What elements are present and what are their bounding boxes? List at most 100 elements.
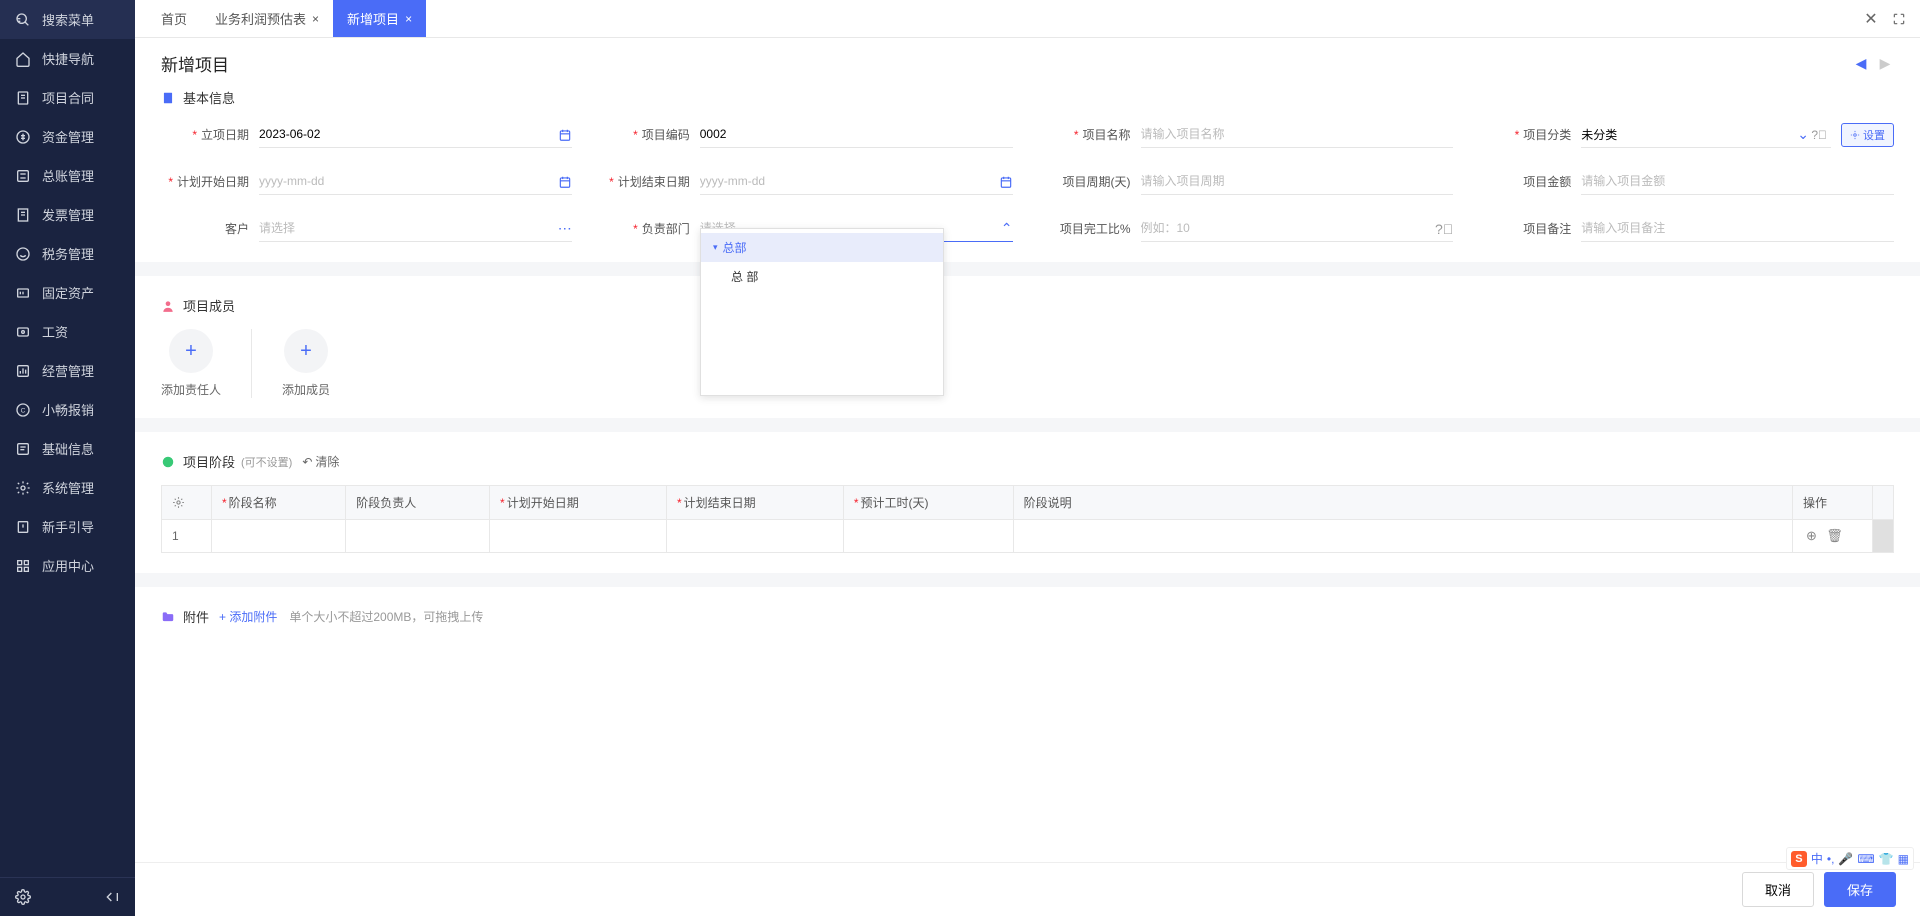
save-button[interactable]: 保存 [1824, 872, 1896, 907]
ime-menu-icon[interactable]: ▦ [1898, 852, 1909, 866]
tab-new-project[interactable]: 新增项目 × [333, 0, 426, 37]
name-input[interactable] [1141, 121, 1454, 148]
sidebar-item-expense[interactable]: C 小畅报销 [0, 390, 135, 429]
sidebar-label: 经营管理 [42, 361, 94, 380]
gear-header[interactable] [162, 486, 212, 520]
add-row-icon[interactable]: ⊕ [1806, 528, 1817, 543]
nav-next-icon[interactable]: ▶ [1876, 54, 1894, 72]
sidebar-item-biz[interactable]: 经营管理 [0, 351, 135, 390]
sidebar-item-apps[interactable]: 应用中心 [0, 546, 135, 585]
label-create-date: 立项日期 [161, 126, 249, 143]
main-area: 首页 业务利润预估表 × 新增项目 × ✕ 新增项目 ◀ ▶ [135, 0, 1920, 916]
guide-icon [14, 518, 32, 536]
tab-profit[interactable]: 业务利润预估表 × [201, 0, 333, 37]
sidebar-item-invoice[interactable]: 发票管理 [0, 195, 135, 234]
remark-input[interactable] [1581, 215, 1894, 242]
add-owner[interactable]: + 添加责任人 [161, 329, 221, 398]
clear-button[interactable]: ↶ 清除 [302, 453, 339, 470]
doc-icon [14, 89, 32, 107]
sidebar-item-funds[interactable]: 资金管理 [0, 117, 135, 156]
sidebar-item-salary[interactable]: 工资 [0, 312, 135, 351]
chevron-down-icon[interactable]: ⌄ [1797, 126, 1809, 143]
ime-keyboard-icon[interactable]: ⌨ [1857, 852, 1874, 866]
ime-skin-icon[interactable]: 👕 [1879, 852, 1894, 866]
add-member[interactable]: + 添加成员 [282, 329, 330, 398]
tax-icon [14, 245, 32, 263]
scroll-handle[interactable] [1873, 486, 1894, 520]
section-title: 附件 [183, 607, 209, 626]
help-icon[interactable]: ?⃝ [1811, 128, 1827, 142]
chevron-up-icon[interactable]: ⌃ [1001, 220, 1013, 237]
col-end: 计划结束日期 [666, 486, 843, 520]
collapse-icon[interactable] [103, 888, 121, 906]
sidebar-item-guide[interactable]: 新手引导 [0, 507, 135, 546]
sidebar-item-info[interactable]: 基础信息 [0, 429, 135, 468]
category-input[interactable] [1581, 121, 1831, 148]
tab-home[interactable]: 首页 [147, 0, 201, 37]
code-input[interactable] [700, 121, 1013, 148]
close-icon[interactable]: × [312, 12, 319, 26]
fullscreen-icon[interactable] [1890, 10, 1908, 28]
ime-lang[interactable]: 中 [1811, 850, 1823, 867]
plus-icon[interactable]: + [169, 329, 213, 373]
ime-punct-icon[interactable]: •, [1827, 852, 1835, 866]
calendar-icon[interactable] [999, 175, 1013, 189]
label-remark: 项目备注 [1483, 220, 1571, 237]
sidebar: 搜索菜单 快捷导航 项目合同 资金管理 总账管理 发票管理 [0, 0, 135, 916]
sidebar-item-system[interactable]: 系统管理 [0, 468, 135, 507]
salary-icon [14, 323, 32, 341]
label-customer: 客户 [161, 220, 249, 237]
asset-icon [14, 284, 32, 302]
plus-icon[interactable]: + [284, 329, 328, 373]
delete-row-icon[interactable]: 🗑 [1826, 528, 1843, 543]
attach-hint: 单个大小不超过200MB，可拖拽上传 [289, 608, 483, 625]
col-hours: 预计工时(天) [843, 486, 1013, 520]
nav-prev-icon[interactable]: ◀ [1852, 54, 1870, 72]
settings-button[interactable]: 设置 [1841, 123, 1894, 147]
section-members: 项目成员 + 添加责任人 + 添加成员 [161, 296, 1894, 398]
dropdown-item-parent[interactable]: ▾ 总部 [701, 233, 943, 262]
help-icon[interactable]: ?⃝ [1435, 221, 1453, 237]
col-name: 阶段名称 [212, 486, 346, 520]
customer-input[interactable] [259, 215, 572, 242]
sidebar-label: 应用中心 [42, 556, 94, 575]
close-icon[interactable]: × [405, 12, 412, 26]
more-icon[interactable]: ⋯ [558, 220, 572, 237]
sidebar-item-home[interactable]: 快捷导航 [0, 39, 135, 78]
calendar-icon[interactable] [558, 128, 572, 142]
calendar-icon[interactable] [558, 175, 572, 189]
sidebar-label: 搜索菜单 [42, 10, 94, 29]
sidebar-label: 快捷导航 [42, 49, 94, 68]
gear-icon [14, 479, 32, 497]
label-plan-start: 计划开始日期 [161, 173, 249, 190]
sidebar-label: 发票管理 [42, 205, 94, 224]
section-title: 项目成员 [183, 296, 235, 315]
plan-end-input[interactable] [700, 168, 1013, 195]
create-date-input[interactable] [259, 121, 572, 148]
sidebar-item-search[interactable]: 搜索菜单 [0, 0, 135, 39]
footer: 取消 保存 [135, 862, 1920, 916]
tabs-bar: 首页 业务利润预估表 × 新增项目 × ✕ [135, 0, 1920, 38]
amount-input[interactable] [1581, 168, 1894, 195]
progress-input[interactable] [1141, 215, 1454, 242]
sidebar-label: 资金管理 [42, 127, 94, 146]
plan-start-input[interactable] [259, 168, 572, 195]
add-attachment-button[interactable]: + 添加附件 [219, 608, 277, 625]
sidebar-item-assets[interactable]: 固定资产 [0, 273, 135, 312]
section-stages: 项目阶段 (可不设置) ↶ 清除 阶段名称 阶段负责人 [161, 452, 1894, 553]
page-title: 新增项目 [161, 51, 229, 76]
close-all-icon[interactable]: ✕ [1862, 10, 1880, 28]
sidebar-item-tax[interactable]: 税务管理 [0, 234, 135, 273]
table-row[interactable]: 1 ⊕ 🗑 [162, 520, 1894, 553]
info-icon [14, 440, 32, 458]
expense-icon: C [14, 401, 32, 419]
dropdown-item-child[interactable]: 总 部 [701, 262, 943, 291]
cancel-button[interactable]: 取消 [1742, 872, 1814, 907]
sidebar-label: 总账管理 [42, 166, 94, 185]
sidebar-item-ledger[interactable]: 总账管理 [0, 156, 135, 195]
sidebar-item-contract[interactable]: 项目合同 [0, 78, 135, 117]
settings-icon[interactable] [14, 888, 32, 906]
period-input[interactable] [1141, 168, 1454, 195]
ime-mic-icon[interactable]: 🎤 [1838, 852, 1853, 866]
caret-down-icon: ▾ [713, 242, 718, 253]
